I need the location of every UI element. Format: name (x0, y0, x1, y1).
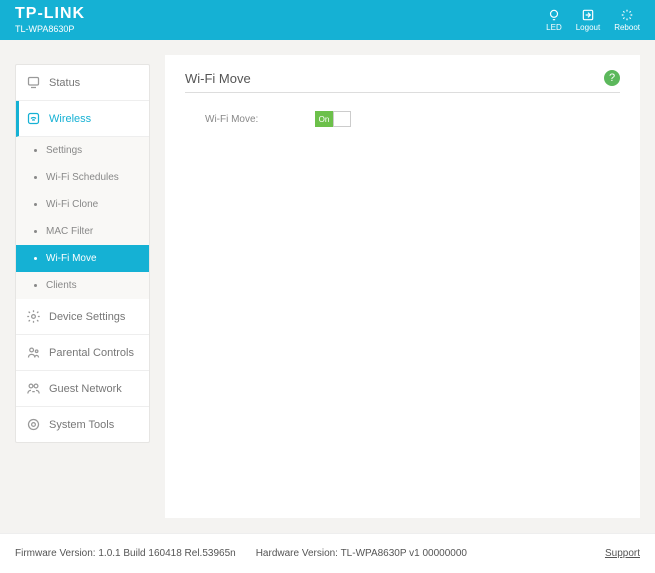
page-title: Wi-Fi Move (185, 71, 251, 86)
sub-item-mac-filter[interactable]: MAC Filter (16, 218, 149, 245)
reboot-button[interactable]: Reboot (614, 8, 640, 32)
header-actions: LED Logout Reboot (546, 8, 640, 32)
sub-item-clients[interactable]: Clients (16, 272, 149, 299)
hardware-version: Hardware Version: TL-WPA8630P v1 0000000… (256, 548, 467, 559)
sidebar-item-wireless[interactable]: Wireless (16, 101, 149, 137)
content-panel: Wi-Fi Move ? Wi-Fi Move: On (165, 55, 640, 518)
sidebar-item-label: System Tools (49, 419, 114, 431)
wifi-move-toggle[interactable]: On (315, 111, 351, 127)
sidebar: Status Wireless Settings Wi-Fi Schedules… (0, 40, 150, 533)
brand-area: TP-LINK TL-WPA8630P (15, 6, 85, 34)
header-bar: TP-LINK TL-WPA8630P LED Logout Reboot (0, 0, 655, 40)
sub-item-label: MAC Filter (46, 226, 93, 237)
panel-header: Wi-Fi Move ? (185, 70, 620, 93)
footer: Firmware Version: 1.0.1 Build 160418 Rel… (0, 533, 655, 573)
sidebar-item-label: Parental Controls (49, 347, 134, 359)
status-icon (26, 75, 41, 90)
sidebar-item-system-tools[interactable]: System Tools (16, 407, 149, 442)
parental-controls-icon (26, 345, 41, 360)
led-label: LED (546, 23, 562, 32)
reboot-label: Reboot (614, 23, 640, 32)
sidebar-item-status[interactable]: Status (16, 65, 149, 101)
wifi-move-label: Wi-Fi Move: (205, 114, 315, 125)
model-number: TL-WPA8630P (15, 24, 85, 34)
sub-item-label: Wi-Fi Schedules (46, 172, 119, 183)
sidebar-item-guest-network[interactable]: Guest Network (16, 371, 149, 407)
wifi-move-row: Wi-Fi Move: On (185, 109, 620, 129)
support-link[interactable]: Support (605, 548, 640, 559)
sub-item-settings[interactable]: Settings (16, 137, 149, 164)
sidebar-item-label: Status (49, 77, 80, 89)
wireless-icon (26, 111, 41, 126)
sub-item-wifi-clone[interactable]: Wi-Fi Clone (16, 191, 149, 218)
led-button[interactable]: LED (546, 8, 562, 32)
sidebar-item-device-settings[interactable]: Device Settings (16, 299, 149, 335)
firmware-version: Firmware Version: 1.0.1 Build 160418 Rel… (15, 548, 236, 559)
help-button[interactable]: ? (604, 70, 620, 86)
brand-logo: TP-LINK (15, 6, 85, 22)
device-settings-icon (26, 309, 41, 324)
system-tools-icon (26, 417, 41, 432)
sub-item-label: Wi-Fi Clone (46, 199, 98, 210)
toggle-knob (333, 111, 351, 127)
reboot-icon (620, 8, 634, 22)
sub-item-wifi-move[interactable]: Wi-Fi Move (16, 245, 149, 272)
logout-label: Logout (576, 23, 600, 32)
sub-item-label: Wi-Fi Move (46, 253, 97, 264)
sub-item-label: Clients (46, 280, 77, 291)
logout-button[interactable]: Logout (576, 8, 600, 32)
footer-versions: Firmware Version: 1.0.1 Build 160418 Rel… (15, 548, 467, 559)
sidebar-item-label: Wireless (49, 113, 91, 125)
toggle-on-label: On (315, 111, 333, 127)
sub-item-wifi-schedules[interactable]: Wi-Fi Schedules (16, 164, 149, 191)
led-icon (547, 8, 561, 22)
sidebar-item-label: Guest Network (49, 383, 122, 395)
nav-group: Status Wireless Settings Wi-Fi Schedules… (15, 64, 150, 443)
sidebar-item-parental-controls[interactable]: Parental Controls (16, 335, 149, 371)
sub-item-label: Settings (46, 145, 82, 156)
logout-icon (581, 8, 595, 22)
sidebar-item-label: Device Settings (49, 311, 125, 323)
wireless-subnav: Settings Wi-Fi Schedules Wi-Fi Clone MAC… (16, 137, 149, 299)
guest-network-icon (26, 381, 41, 396)
